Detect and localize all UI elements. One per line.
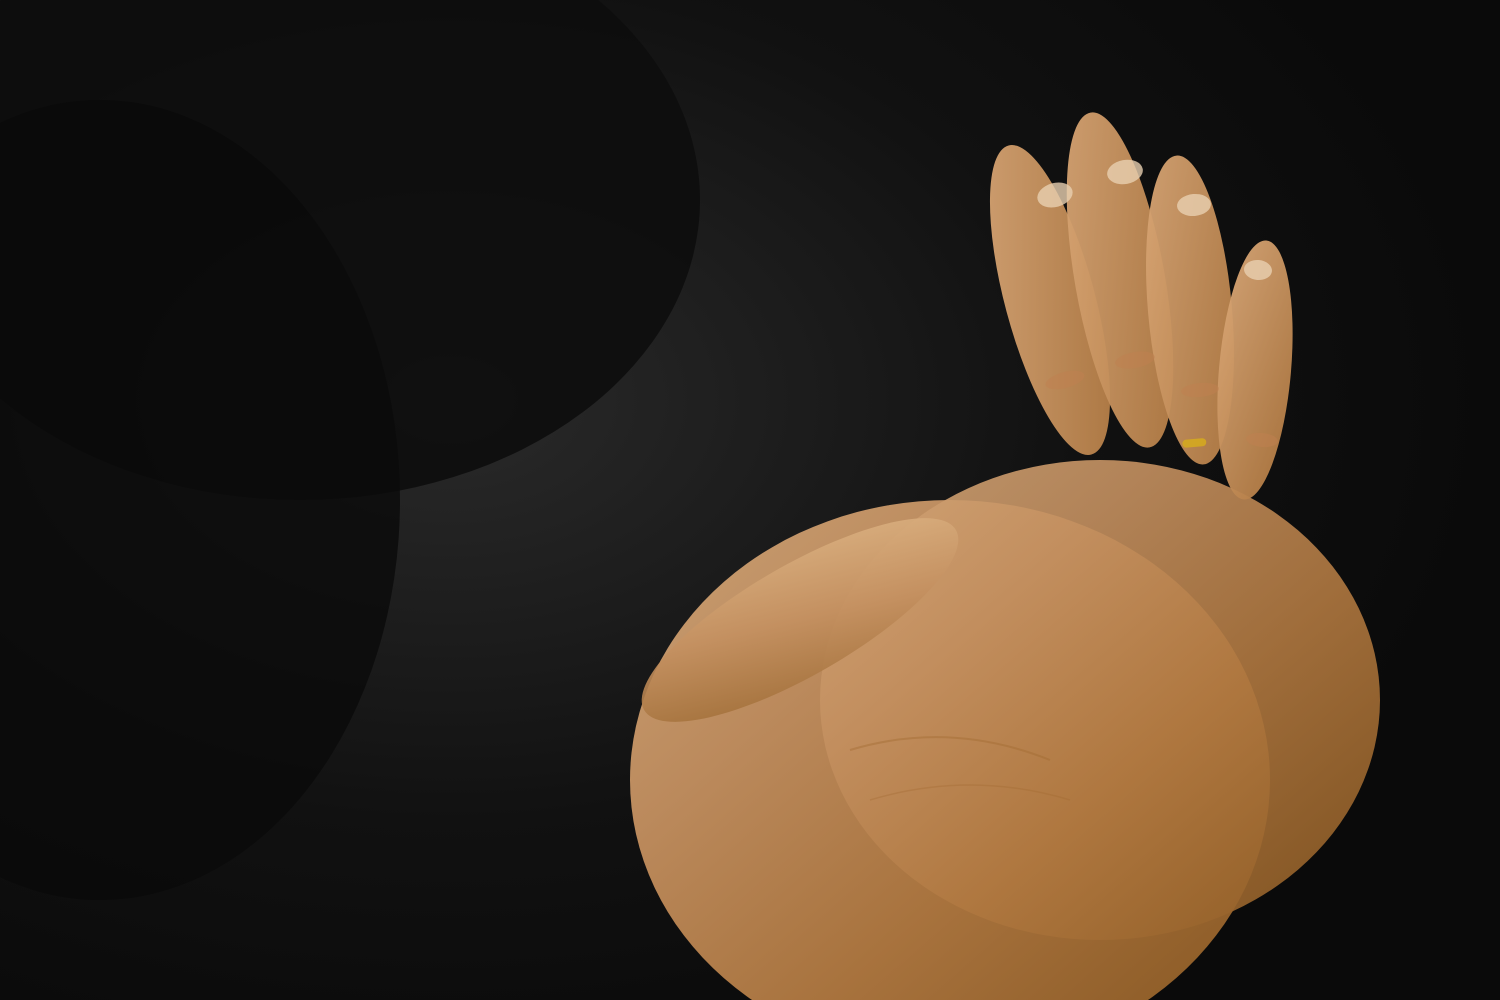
hand-illustration <box>0 0 1500 1000</box>
scene: 1:11 <box>0 0 1500 1000</box>
